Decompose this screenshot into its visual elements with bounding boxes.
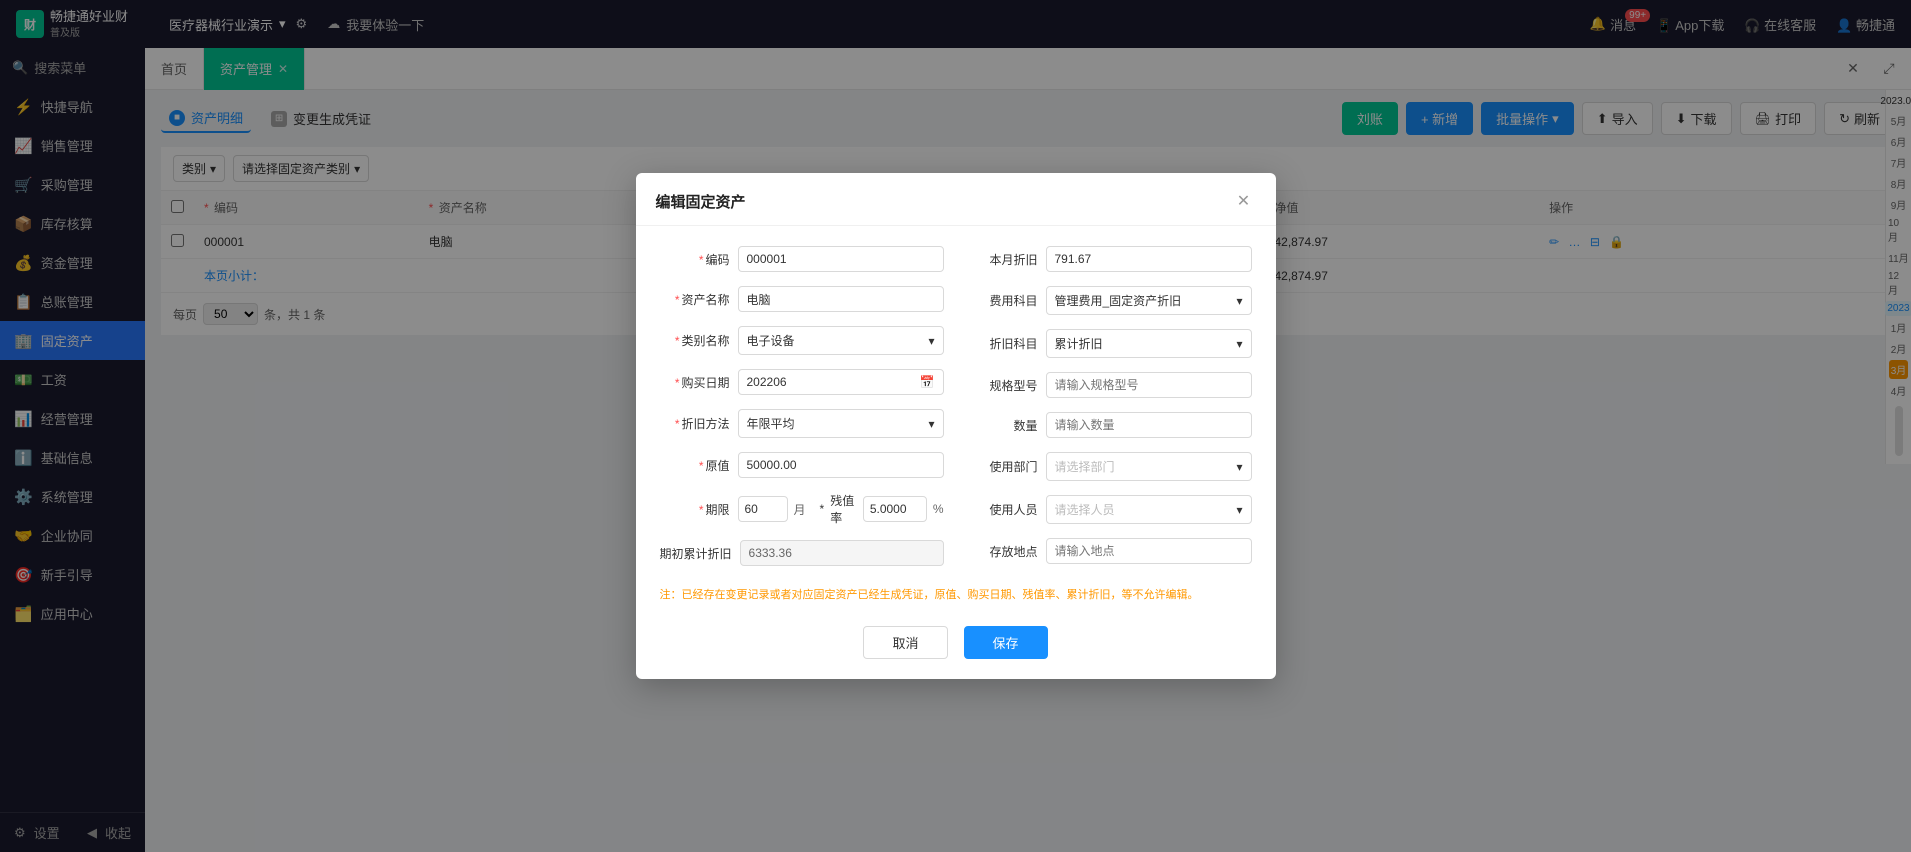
chevron-down-icon: ▾ [1236, 294, 1242, 308]
chevron-down-icon: ▾ [1236, 460, 1242, 474]
init-accum-input[interactable] [740, 540, 944, 566]
modal-title: 编辑固定资产 [656, 191, 746, 212]
field-method: *折旧方法 年限平均 ▾ [660, 409, 944, 438]
modal-close-button[interactable]: ✕ [1232, 189, 1256, 213]
calendar-icon: 📅 [920, 375, 935, 389]
category-select[interactable]: 电子设备 ▾ [738, 326, 944, 355]
modal-overlay[interactable]: 编辑固定资产 ✕ *编码 *资产名称 *类别名称 [0, 0, 1911, 852]
modal-footer: 取消 保存 [636, 614, 1276, 679]
spec-model-input[interactable] [1046, 372, 1252, 398]
field-dept: 使用部门 请选择部门 ▾ [968, 452, 1252, 481]
field-person: 使用人员 请选择人员 ▾ [968, 495, 1252, 524]
expense-account-select[interactable]: 管理费用_固定资产折旧 ▾ [1046, 286, 1252, 315]
cancel-button[interactable]: 取消 [863, 626, 947, 659]
residual-input[interactable] [863, 496, 927, 522]
code-input[interactable] [738, 246, 944, 272]
modal-note: 注：已经存在变更记录或者对应固定资产已经生成凭证，原值、购买日期、残值率、累计折… [636, 586, 1276, 614]
modal-left-col: *编码 *资产名称 *类别名称 电子设备 ▾ [660, 246, 944, 566]
modal-right-col: 本月折旧 费用科目 管理费用_固定资产折旧 ▾ 折旧科目 累计折旧 [968, 246, 1252, 566]
chevron-down-icon: ▾ [1236, 503, 1242, 517]
field-category: *类别名称 电子设备 ▾ [660, 326, 944, 355]
person-select[interactable]: 请选择人员 ▾ [1046, 495, 1252, 524]
chevron-down-icon: ▾ [1236, 337, 1242, 351]
dept-select[interactable]: 请选择部门 ▾ [1046, 452, 1252, 481]
edit-asset-modal: 编辑固定资产 ✕ *编码 *资产名称 *类别名称 [636, 173, 1276, 679]
field-purchase-date: *购买日期 202206 📅 [660, 369, 944, 395]
field-init-accum: 期初累计折旧 [660, 540, 944, 566]
field-original: *原值 [660, 452, 944, 478]
field-monthly-dep: 本月折旧 [968, 246, 1252, 272]
chevron-down-icon: ▾ [928, 334, 934, 348]
field-quantity: 数量 [968, 412, 1252, 438]
monthly-dep-input[interactable] [1046, 246, 1252, 272]
period-input[interactable] [738, 496, 788, 522]
field-location: 存放地点 [968, 538, 1252, 564]
modal-header: 编辑固定资产 ✕ [636, 173, 1276, 226]
field-spec-model: 规格型号 [968, 372, 1252, 398]
location-input[interactable] [1046, 538, 1252, 564]
dep-account-select[interactable]: 累计折旧 ▾ [1046, 329, 1252, 358]
method-select[interactable]: 年限平均 ▾ [738, 409, 944, 438]
field-code: *编码 [660, 246, 944, 272]
original-input[interactable] [738, 452, 944, 478]
field-period: *期限 月 * 残值率 % [660, 492, 944, 526]
chevron-down-icon: ▾ [928, 417, 934, 431]
quantity-input[interactable] [1046, 412, 1252, 438]
field-expense-account: 费用科目 管理费用_固定资产折旧 ▾ [968, 286, 1252, 315]
modal-body: *编码 *资产名称 *类别名称 电子设备 ▾ [636, 226, 1276, 586]
purchase-date-input[interactable]: 202206 📅 [738, 369, 944, 395]
field-dep-account: 折旧科目 累计折旧 ▾ [968, 329, 1252, 358]
save-button[interactable]: 保存 [964, 626, 1048, 659]
name-input[interactable] [738, 286, 944, 312]
field-name: *资产名称 [660, 286, 944, 312]
